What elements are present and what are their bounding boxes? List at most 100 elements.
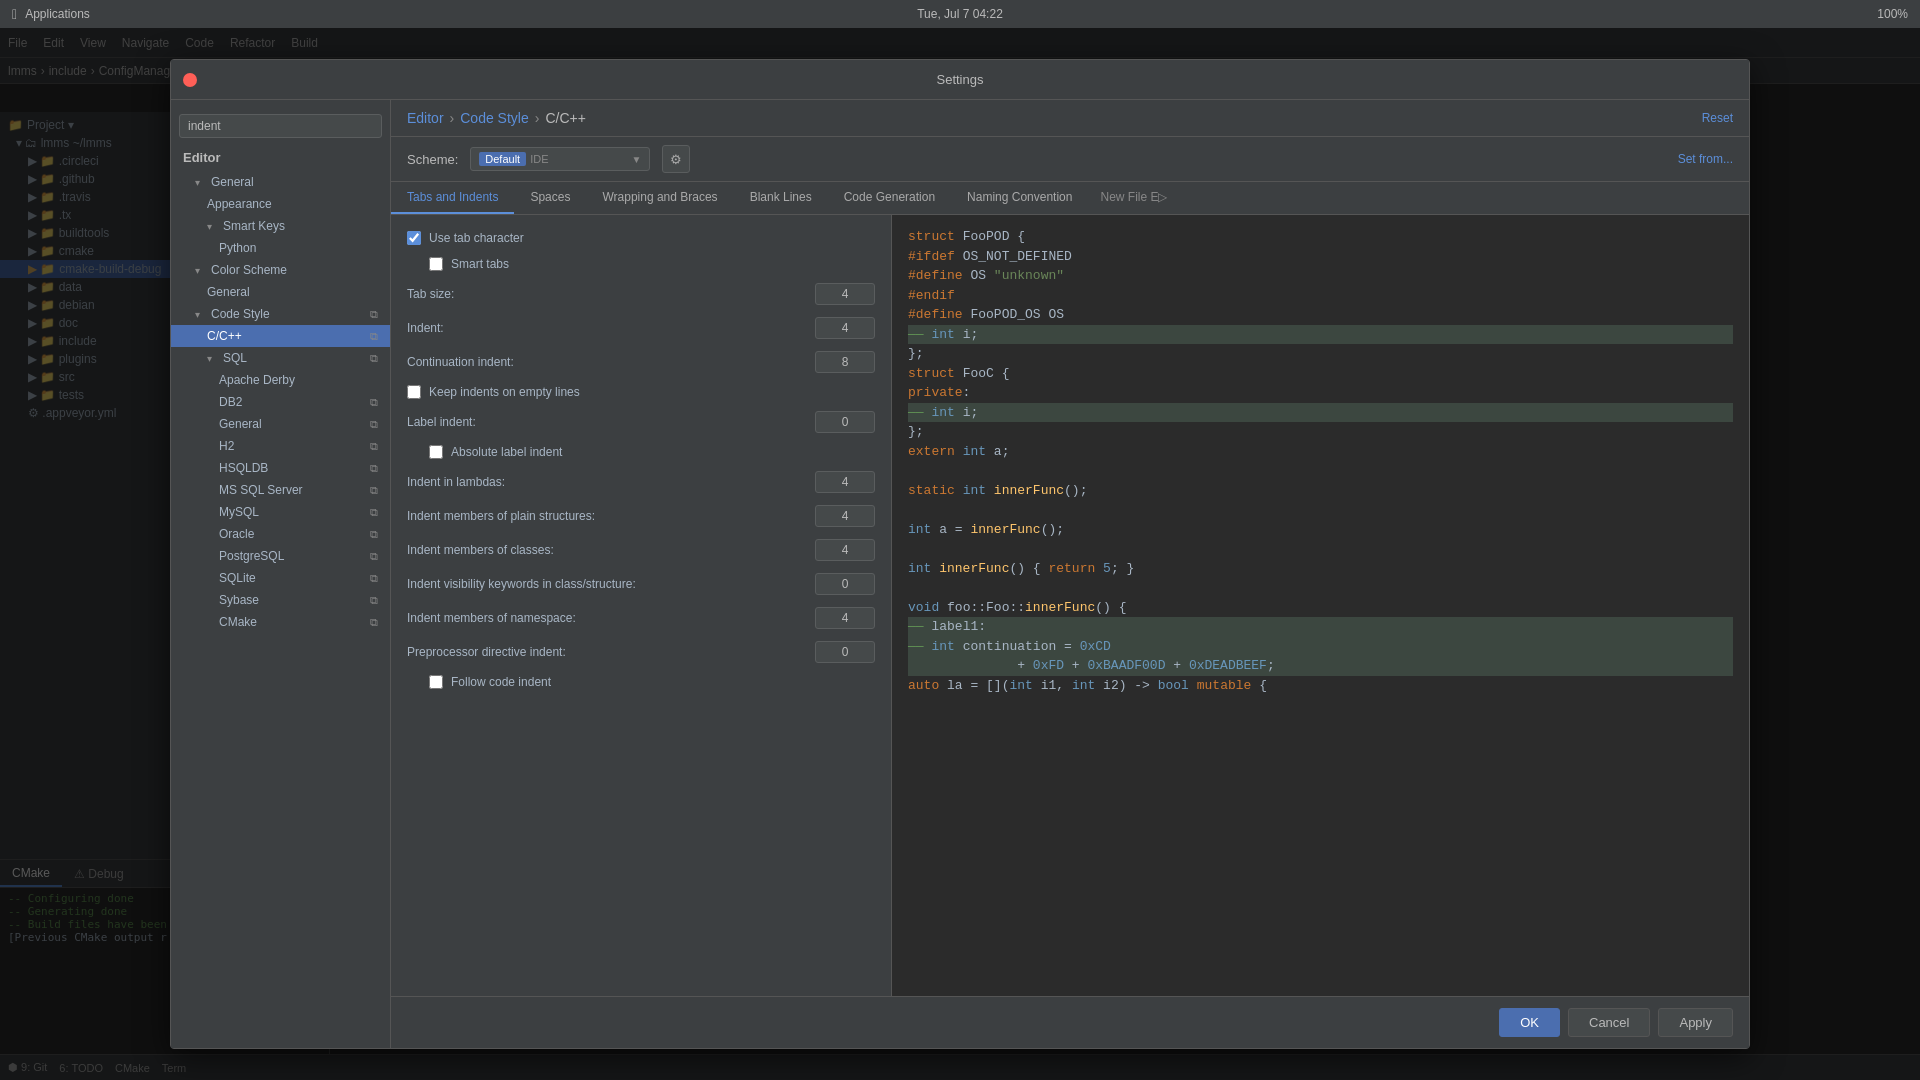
set-from-link[interactable]: Set from... (1678, 152, 1733, 166)
indent-classes-input[interactable] (815, 539, 875, 561)
tree-sqlite[interactable]: SQLite ⧉ (171, 567, 390, 589)
keep-indents-checkbox[interactable] (407, 385, 421, 399)
ok-button[interactable]: OK (1499, 1008, 1560, 1037)
copy-icon-5: ⧉ (370, 418, 378, 431)
battery-level: 100% (1877, 7, 1908, 21)
settings-footer: OK Cancel Apply (391, 996, 1749, 1048)
tree-cpp[interactable]: C/C++ ⧉ (171, 325, 390, 347)
tab-wrapping[interactable]: Wrapping and Braces (586, 182, 733, 214)
tree-oracle-label: Oracle (219, 527, 254, 541)
tab-tabs-indents[interactable]: Tabs and Indents (391, 182, 514, 214)
tree-general[interactable]: ▾ General (171, 171, 390, 193)
reset-link[interactable]: Reset (1702, 111, 1733, 125)
apply-button[interactable]: Apply (1658, 1008, 1733, 1037)
tab-more[interactable]: New File E▷ (1088, 182, 1179, 214)
tree-db2[interactable]: DB2 ⧉ (171, 391, 390, 413)
continuation-input[interactable] (815, 351, 875, 373)
breadcrumb-sep-2: › (535, 110, 540, 126)
content-header: Editor › Code Style › C/C++ Reset (391, 100, 1749, 137)
copy-icon-13: ⧉ (370, 594, 378, 607)
tree-hsqldb-label: HSQLDB (219, 461, 268, 475)
scheme-default-badge: Default (479, 152, 526, 166)
expand-icon-4: ▾ (195, 309, 207, 320)
label-indent-input[interactable] (815, 411, 875, 433)
tree-appearance[interactable]: Appearance (171, 193, 390, 215)
copy-icon-11: ⧉ (370, 550, 378, 563)
abs-label-row: Absolute label indent (407, 445, 875, 459)
code-line-19 (908, 578, 1733, 598)
settings-content: Editor › Code Style › C/C++ Reset Scheme… (391, 100, 1749, 1048)
settings-tree: Editor ▾ General Appearance ▾ Smart Keys… (171, 100, 391, 1048)
breadcrumb-editor[interactable]: Editor (407, 110, 444, 126)
code-line-17 (908, 539, 1733, 559)
tree-editor-header: Editor (171, 144, 390, 171)
tab-blank-lines[interactable]: Blank Lines (734, 182, 828, 214)
copy-icon-6: ⧉ (370, 440, 378, 453)
abs-label-checkbox[interactable] (429, 445, 443, 459)
tree-sql-general[interactable]: General ⧉ (171, 413, 390, 435)
smart-tabs-checkbox[interactable] (429, 257, 443, 271)
copy-icon-1: ⧉ (370, 308, 378, 321)
tree-sql[interactable]: ▾ SQL ⧉ (171, 347, 390, 369)
system-bar-center: Tue, Jul 7 04:22 (917, 7, 1003, 21)
settings-dialog: Settings Editor ▾ General Appearance ▾ (170, 59, 1750, 1049)
tree-cmake-item[interactable]: CMake ⧉ (171, 611, 390, 633)
tree-h2[interactable]: H2 ⧉ (171, 435, 390, 457)
tree-oracle[interactable]: Oracle ⧉ (171, 523, 390, 545)
tree-postgresql[interactable]: PostgreSQL ⧉ (171, 545, 390, 567)
tree-color-general[interactable]: General (171, 281, 390, 303)
tab-naming[interactable]: Naming Convention (951, 182, 1088, 214)
tree-smart-keys[interactable]: ▾ Smart Keys (171, 215, 390, 237)
indent-visibility-input[interactable] (815, 573, 875, 595)
tree-mssql[interactable]: MS SQL Server ⧉ (171, 479, 390, 501)
preprocessor-input[interactable] (815, 641, 875, 663)
tree-sybase[interactable]: Sybase ⧉ (171, 589, 390, 611)
tree-python-label: Python (219, 241, 256, 255)
scheme-select[interactable]: Default IDE ▼ (470, 147, 650, 171)
code-line-9: private: (908, 383, 1733, 403)
preprocessor-row: Preprocessor directive indent: (407, 641, 875, 663)
tree-general-label: General (211, 175, 254, 189)
indent-classes-label: Indent members of classes: (407, 543, 815, 557)
use-tab-label: Use tab character (429, 231, 524, 245)
scheme-ide-text: IDE (530, 153, 548, 165)
copy-icon-8: ⧉ (370, 484, 378, 497)
cancel-button[interactable]: Cancel (1568, 1008, 1650, 1037)
tree-apache-derby[interactable]: Apache Derby (171, 369, 390, 391)
tree-python[interactable]: Python (171, 237, 390, 259)
apple-icon[interactable]:  (12, 6, 17, 22)
tree-hsqldb[interactable]: HSQLDB ⧉ (171, 457, 390, 479)
code-line-20: void foo::Foo::innerFunc() { (908, 598, 1733, 618)
gear-button[interactable]: ⚙ (662, 145, 690, 173)
close-button[interactable] (183, 73, 197, 87)
tree-color-scheme[interactable]: ▾ Color Scheme (171, 259, 390, 281)
expand-icon-3: ▾ (195, 265, 207, 276)
tree-mysql-label: MySQL (219, 505, 259, 519)
breadcrumb-code-style[interactable]: Code Style (460, 110, 528, 126)
indent-plain-input[interactable] (815, 505, 875, 527)
tab-spaces[interactable]: Spaces (514, 182, 586, 214)
use-tab-checkbox[interactable] (407, 231, 421, 245)
indent-namespace-label: Indent members of namespace: (407, 611, 815, 625)
breadcrumb: Editor › Code Style › C/C++ (407, 110, 586, 126)
indent-namespace-input[interactable] (815, 607, 875, 629)
follow-code-checkbox[interactable] (429, 675, 443, 689)
follow-code-row: Follow code indent (407, 675, 875, 689)
copy-icon-2: ⧉ (370, 330, 378, 343)
use-tab-row: Use tab character (407, 231, 875, 245)
indent-input[interactable] (815, 317, 875, 339)
label-indent-row: Label indent: (407, 411, 875, 433)
code-line-16: int a = innerFunc(); (908, 520, 1733, 540)
tab-code-gen[interactable]: Code Generation (828, 182, 951, 214)
indent-lambdas-input[interactable] (815, 471, 875, 493)
app-name: Applications (25, 7, 90, 21)
search-input[interactable] (179, 114, 382, 138)
tree-h2-label: H2 (219, 439, 234, 453)
copy-icon-10: ⧉ (370, 528, 378, 541)
indent-visibility-row: Indent visibility keywords in class/stru… (407, 573, 875, 595)
copy-icon-9: ⧉ (370, 506, 378, 519)
settings-title: Settings (937, 72, 984, 87)
tree-mysql[interactable]: MySQL ⧉ (171, 501, 390, 523)
tab-size-input[interactable] (815, 283, 875, 305)
tree-code-style[interactable]: ▾ Code Style ⧉ (171, 303, 390, 325)
